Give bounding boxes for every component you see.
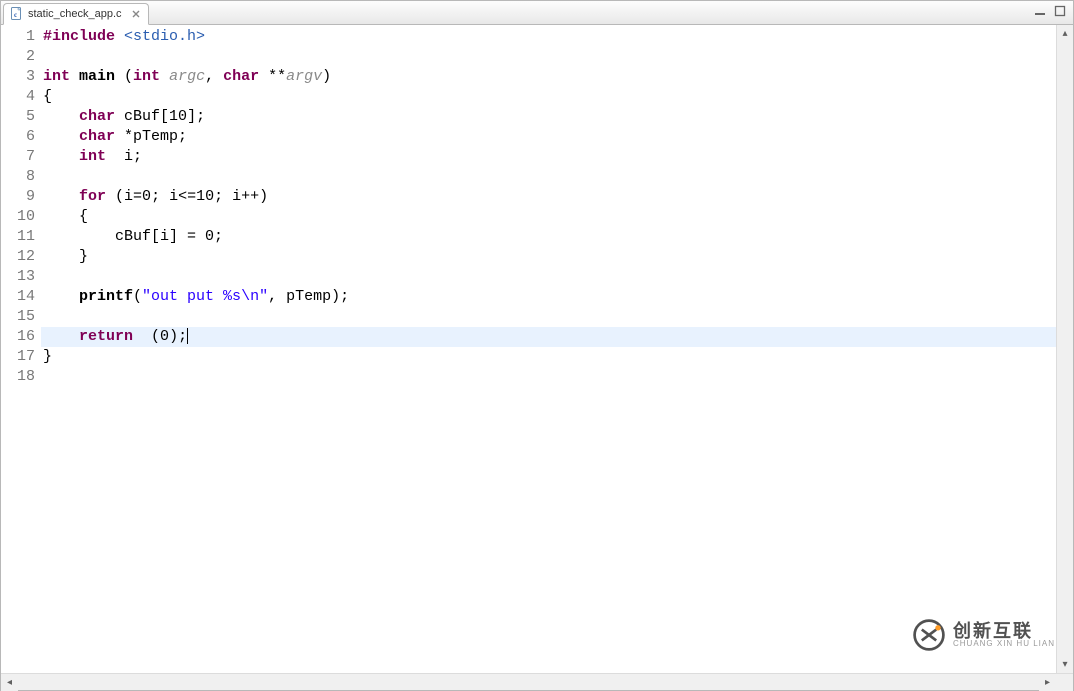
code-line[interactable]: char cBuf[10];	[41, 107, 1056, 127]
line-number: 7	[1, 147, 41, 167]
horizontal-scrollbar[interactable]: ◂ ▸	[1, 673, 1073, 690]
code-line[interactable]: int main (int argc, char **argv)	[41, 67, 1056, 87]
code-line[interactable]: printf("out put %s\n", pTemp);	[41, 287, 1056, 307]
code-line[interactable]	[41, 47, 1056, 67]
tab-filename: static_check_app.c	[28, 8, 122, 20]
scroll-corner	[1056, 674, 1073, 691]
code-content[interactable]: #include <stdio.h> int main (int argc, ch…	[41, 25, 1056, 673]
line-number: 10	[1, 207, 41, 227]
line-number: 2	[1, 47, 41, 67]
tab-active[interactable]: c static_check_app.c	[3, 3, 149, 25]
code-line[interactable]: {	[41, 87, 1056, 107]
line-number: 13	[1, 267, 41, 287]
line-number: 5	[1, 107, 41, 127]
code-line[interactable]: char *pTemp;	[41, 127, 1056, 147]
line-number: 4	[1, 87, 41, 107]
code-line[interactable]: {	[41, 207, 1056, 227]
code-line[interactable]: return (0);	[41, 327, 1056, 347]
code-line[interactable]: }	[41, 347, 1056, 367]
c-file-icon: c	[10, 7, 24, 21]
scroll-right-icon[interactable]: ▸	[1039, 674, 1056, 691]
hscroll-track[interactable]	[18, 674, 1039, 690]
editor-window: c static_check_app.c 1234567891011121314…	[0, 0, 1074, 691]
code-line[interactable]: for (i=0; i<=10; i++)	[41, 187, 1056, 207]
line-number: 12	[1, 247, 41, 267]
line-number-gutter: 123456789101112131415161718	[1, 25, 41, 673]
vscroll-track[interactable]	[1057, 42, 1073, 656]
maximize-view-icon[interactable]	[1051, 3, 1069, 19]
vertical-scrollbar[interactable]: ▴ ▾	[1056, 25, 1073, 673]
minimize-view-icon[interactable]	[1031, 3, 1049, 19]
text-caret	[187, 328, 188, 344]
code-line[interactable]: int i;	[41, 147, 1056, 167]
scroll-down-icon[interactable]: ▾	[1057, 656, 1074, 673]
line-number: 9	[1, 187, 41, 207]
svg-text:c: c	[14, 11, 17, 19]
line-number: 1	[1, 27, 41, 47]
line-number: 16	[1, 327, 41, 347]
line-number: 3	[1, 67, 41, 87]
close-icon[interactable]	[130, 8, 142, 20]
line-number: 18	[1, 367, 41, 387]
tab-bar: c static_check_app.c	[1, 1, 1073, 25]
editor-area: 123456789101112131415161718 #include <st…	[1, 25, 1073, 673]
code-line[interactable]	[41, 267, 1056, 287]
view-controls	[1031, 3, 1069, 19]
scroll-up-icon[interactable]: ▴	[1057, 25, 1074, 42]
line-number: 14	[1, 287, 41, 307]
code-line[interactable]	[41, 167, 1056, 187]
code-line[interactable]: cBuf[i] = 0;	[41, 227, 1056, 247]
line-number: 15	[1, 307, 41, 327]
line-number: 8	[1, 167, 41, 187]
code-line[interactable]: #include <stdio.h>	[41, 27, 1056, 47]
line-number: 17	[1, 347, 41, 367]
code-line[interactable]	[41, 307, 1056, 327]
code-line[interactable]	[41, 367, 1056, 387]
line-number: 11	[1, 227, 41, 247]
line-number: 6	[1, 127, 41, 147]
code-line[interactable]: }	[41, 247, 1056, 267]
scroll-left-icon[interactable]: ◂	[1, 674, 18, 691]
